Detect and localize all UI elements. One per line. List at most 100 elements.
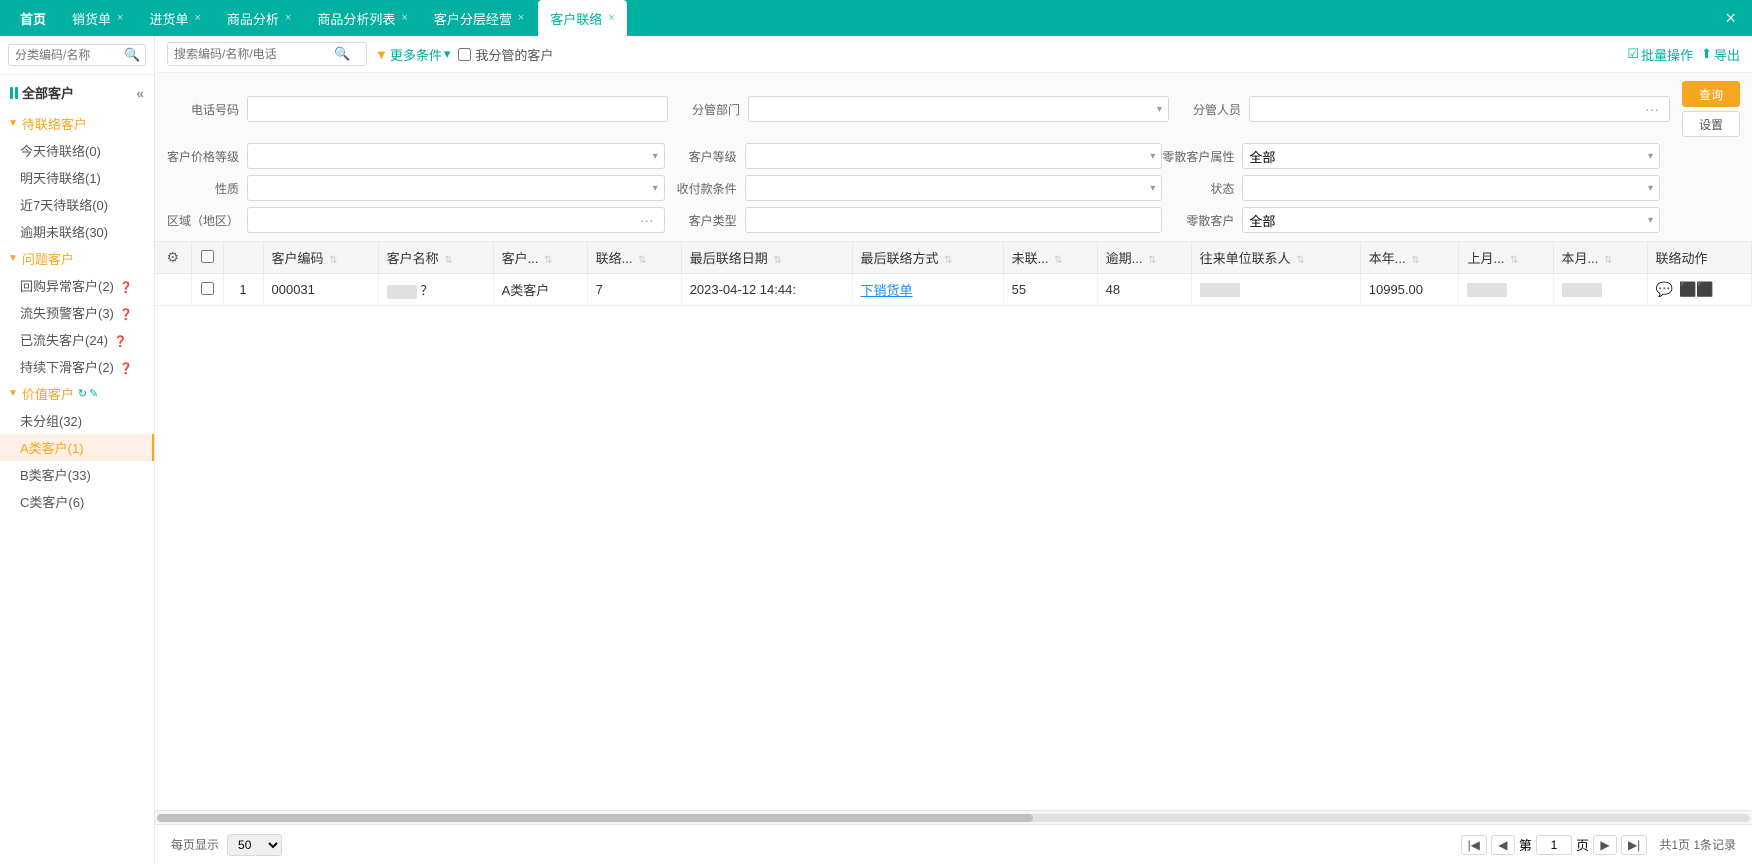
query-button[interactable]: 查询	[1682, 81, 1740, 107]
select-payment[interactable]: ▾	[745, 175, 1163, 201]
first-page-btn[interactable]: |◀	[1461, 835, 1487, 855]
close-goods-analysis-icon[interactable]: ×	[285, 12, 291, 24]
select-dept[interactable]: ▾	[748, 96, 1169, 122]
sidebar-item-7days[interactable]: 近7天待联络(0)	[0, 191, 154, 218]
sort-code-icon[interactable]: ⇅	[329, 255, 337, 266]
sort-name-icon[interactable]: ⇅	[444, 255, 452, 266]
chat-action-icon[interactable]: 💬	[1656, 281, 1673, 298]
more-filter-btn[interactable]: ▼ 更多条件 ▾	[375, 45, 450, 64]
td-last-month	[1459, 274, 1553, 306]
scroll-thumb[interactable]	[157, 814, 1033, 822]
sort-not-contact-icon[interactable]: ⇅	[1054, 255, 1062, 266]
batch-op-btn[interactable]: ☑ 批量操作	[1627, 45, 1693, 64]
label-scatter: 零散客户	[1162, 212, 1242, 229]
sidebar-search-icon[interactable]: 🔍	[124, 47, 140, 63]
edit-value-icon[interactable]: ✎	[89, 387, 98, 400]
export-btn[interactable]: ⬆ 导出	[1701, 45, 1740, 64]
sidebar-item-declining[interactable]: 持续下滑客户(2) ❓	[0, 353, 154, 380]
sidebar: 🔍 全部客户 « ▼ 待联络客户 今天待联络(0) 明天待联络(1) 近7天待联…	[0, 36, 155, 864]
nav-sales[interactable]: 销货单 ×	[60, 0, 135, 36]
last-way-link[interactable]: 下销货单	[861, 283, 913, 298]
sort-this-month-icon[interactable]: ⇅	[1604, 255, 1612, 266]
sort-last-date-icon[interactable]: ⇅	[773, 255, 781, 266]
th-overdue-label: 逾期...	[1106, 251, 1143, 266]
filter-search-input[interactable]	[174, 47, 334, 61]
table-row: 1 000031 ？ A类客户 7	[155, 274, 1752, 306]
select-region[interactable]: ···	[247, 207, 665, 233]
close-goods-list-icon[interactable]: ×	[401, 12, 407, 24]
sidebar-item-class-a[interactable]: A类客户(1)	[0, 434, 154, 461]
sort-last-way-icon[interactable]: ⇅	[944, 255, 952, 266]
select-manager[interactable]: ···	[1249, 96, 1670, 122]
sidebar-item-unclassified[interactable]: 未分组(32)	[0, 407, 154, 434]
gear-icon[interactable]: ⚙	[166, 249, 179, 265]
filter-search-icon[interactable]: 🔍	[334, 46, 350, 62]
input-phone[interactable]	[247, 96, 668, 122]
sidebar-all-customers[interactable]: 全部客户 «	[0, 75, 154, 110]
nav-purchase[interactable]: 进货单 ×	[137, 0, 212, 36]
select-price-level[interactable]: ▾	[247, 143, 665, 169]
close-sales-icon[interactable]: ×	[117, 12, 123, 24]
section-problem-customers[interactable]: ▼ 问题客户	[0, 245, 154, 272]
sidebar-item-churned[interactable]: 已流失客户(24) ❓	[0, 326, 154, 353]
table-wrapper: ⚙ 客户编码 ⇅ 客户名称 ⇅	[155, 242, 1752, 810]
section-pending-contact[interactable]: ▼ 待联络客户	[0, 110, 154, 137]
close-customer-layer-icon[interactable]: ×	[518, 12, 524, 24]
sidebar-collapse-icon[interactable]: «	[136, 85, 144, 101]
sort-overdue-icon[interactable]: ⇅	[1148, 255, 1156, 266]
select-scatter-attr[interactable]: 全部 ▾	[1242, 143, 1660, 169]
window-close-icon[interactable]: ×	[1717, 8, 1744, 29]
help-icon-repurchase: ❓	[119, 282, 133, 294]
sidebar-search-area: 🔍	[0, 36, 154, 75]
prev-page-btn[interactable]: ◀	[1491, 835, 1515, 855]
next-page-btn[interactable]: ▶	[1593, 835, 1617, 855]
refresh-icon[interactable]: ↻	[78, 387, 87, 400]
page-size-select[interactable]: 50 100 200	[227, 834, 282, 856]
sidebar-item-overdue[interactable]: 逾期未联络(30)	[0, 218, 154, 245]
link-action-icon[interactable]: ⬛⬛	[1679, 281, 1714, 298]
select-status[interactable]: ▾	[1242, 175, 1660, 201]
filter-row-3: 性质 ▾ 收付款条件 ▾ 状态	[167, 175, 1740, 201]
select-scatter[interactable]: 全部 ▾	[1242, 207, 1660, 233]
dots-region[interactable]: ···	[636, 212, 658, 228]
horizontal-scrollbar[interactable]	[155, 810, 1752, 824]
sidebar-item-today[interactable]: 今天待联络(0)	[0, 137, 154, 164]
last-page-btn[interactable]: ▶|	[1621, 835, 1647, 855]
th-gear[interactable]: ⚙	[155, 242, 191, 274]
sort-this-year-icon[interactable]: ⇅	[1411, 255, 1419, 266]
sidebar-item-repurchase-abnormal[interactable]: 回购异常客户(2) ❓	[0, 272, 154, 299]
sidebar-item-class-c[interactable]: C类客户(6)	[0, 488, 154, 515]
close-purchase-icon[interactable]: ×	[194, 12, 200, 24]
my-customer-checkbox[interactable]: 我分管的客户	[458, 45, 553, 64]
sort-last-month-icon[interactable]: ⇅	[1510, 255, 1518, 266]
more-filter-arrow: ▾	[444, 46, 451, 62]
sidebar-item-tomorrow[interactable]: 明天待联络(1)	[0, 164, 154, 191]
select-nature[interactable]: ▾	[247, 175, 665, 201]
page-number-input[interactable]	[1536, 835, 1572, 855]
sort-contact-icon[interactable]: ⇅	[638, 255, 646, 266]
sort-company-contact-icon[interactable]: ⇅	[1296, 255, 1304, 266]
my-customer-check[interactable]	[458, 48, 471, 61]
nav-goods-analysis[interactable]: 商品分析 ×	[215, 0, 303, 36]
setting-button[interactable]: 设置	[1682, 111, 1740, 137]
th-last-date: 最后联络日期 ⇅	[681, 242, 852, 274]
select-all-checkbox[interactable]	[201, 250, 214, 263]
nav-home[interactable]: 首页	[8, 0, 58, 36]
td-code: 000031	[263, 274, 378, 306]
td-overdue: 48	[1097, 274, 1191, 306]
nav-goods-list[interactable]: 商品分析列表 ×	[305, 0, 419, 36]
chevron-scatter-attr: ▾	[1648, 151, 1653, 162]
filter-icon: ▼	[375, 47, 388, 62]
select-level[interactable]: ▾	[745, 143, 1163, 169]
row-checkbox[interactable]	[201, 282, 214, 295]
section-value-customers[interactable]: ▼ 价值客户 ↻ ✎	[0, 380, 154, 407]
sidebar-item-churn-warning[interactable]: 流失预警客户(3) ❓	[0, 299, 154, 326]
dots-manager[interactable]: ···	[1641, 101, 1663, 117]
nav-customer-layer[interactable]: 客户分层经营 ×	[422, 0, 536, 36]
help-icon-churn-warning: ❓	[119, 309, 133, 321]
close-customer-contact-icon[interactable]: ×	[608, 12, 614, 24]
nav-customer-contact[interactable]: 客户联络 ×	[538, 0, 626, 36]
input-type[interactable]	[745, 207, 1163, 233]
sidebar-item-class-b[interactable]: B类客户(33)	[0, 461, 154, 488]
sort-type-icon[interactable]: ⇅	[544, 255, 552, 266]
